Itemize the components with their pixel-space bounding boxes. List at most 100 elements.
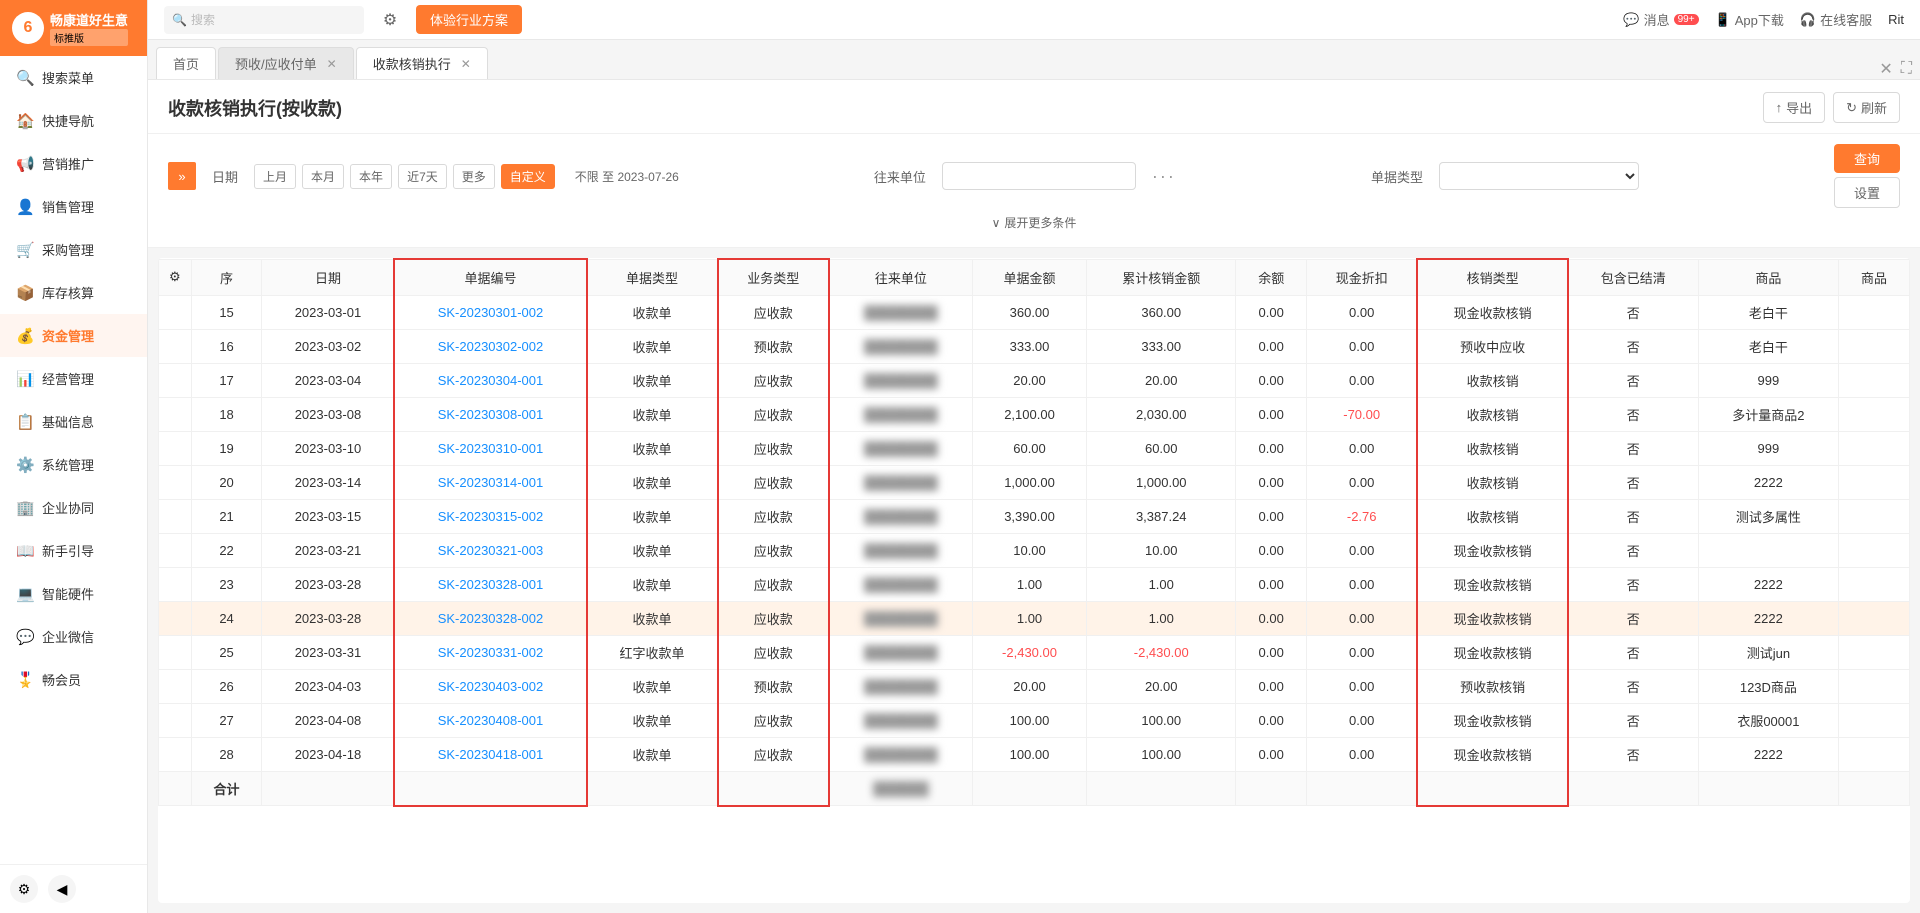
sidebar-item-inventory[interactable]: 📦 库存核算 xyxy=(0,271,147,314)
export-icon: ↑ xyxy=(1776,100,1783,115)
settings-button[interactable]: 设置 xyxy=(1834,177,1900,208)
table-cell: 应收款 xyxy=(718,636,829,670)
voucher-no-link[interactable]: SK-20230310-001 xyxy=(394,432,586,466)
row-checkbox[interactable] xyxy=(159,330,192,364)
sidebar-item-basics[interactable]: 📋 基础信息 xyxy=(0,400,147,443)
expand-conditions-btn[interactable]: ∨ 展开更多条件 xyxy=(992,214,1077,231)
enterprise-icon: 🏢 xyxy=(16,499,34,517)
voucher-no-link[interactable]: SK-20230304-001 xyxy=(394,364,586,398)
sidebar-item-hardware[interactable]: 💻 智能硬件 xyxy=(0,572,147,615)
sidebar-item-operations[interactable]: 📊 经营管理 xyxy=(0,357,147,400)
row-checkbox[interactable] xyxy=(159,670,192,704)
sidebar-logo-text: 畅康道好生意 标推版 xyxy=(50,10,128,46)
voucher-no-link[interactable]: SK-20230315-002 xyxy=(394,500,586,534)
row-checkbox[interactable] xyxy=(159,738,192,772)
sidebar-item-purchase[interactable]: 🛒 采购管理 xyxy=(0,228,147,271)
more-btn[interactable]: 更多 xyxy=(453,164,495,189)
row-checkbox[interactable] xyxy=(159,534,192,568)
settings-bottom-icon[interactable]: ⚙ xyxy=(10,875,38,903)
tab-prepay[interactable]: 预收/应收付单 ✕ xyxy=(218,47,354,79)
table-container[interactable]: ⚙ 序 日期 单据编号 单据类型 业务类型 往来单位 单据金额 累计核销金额 余… xyxy=(158,258,1910,903)
maximize-icon[interactable]: ⛶ xyxy=(1901,60,1912,78)
table-cell: 收款单 xyxy=(587,296,718,330)
tab-home[interactable]: 首页 xyxy=(156,47,216,79)
page-header: 收款核销执行(按收款) ↑ 导出 ↻ 刷新 xyxy=(148,80,1920,134)
sidebar-item-enterprise[interactable]: 🏢 企业协同 xyxy=(0,486,147,529)
row-checkbox[interactable] xyxy=(159,296,192,330)
message-button[interactable]: 💬 消息 99+ xyxy=(1623,10,1698,29)
last-7days-btn[interactable]: 近7天 xyxy=(398,164,447,189)
table-cell xyxy=(1236,772,1307,806)
sidebar-item-guide[interactable]: 📖 新手引导 xyxy=(0,529,147,572)
sidebar-item-marketing[interactable]: 📢 营销推广 xyxy=(0,142,147,185)
voucher-no-link[interactable]: SK-20230301-002 xyxy=(394,296,586,330)
voucher-no-link[interactable]: SK-20230403-002 xyxy=(394,670,586,704)
sidebar-item-sales[interactable]: 👤 销售管理 xyxy=(0,185,147,228)
custom-btn[interactable]: 自定义 xyxy=(501,164,555,189)
topbar-search[interactable]: 🔍 搜索 xyxy=(164,6,364,34)
row-checkbox[interactable] xyxy=(159,568,192,602)
sidebar-item-wechat[interactable]: 💬 企业微信 xyxy=(0,615,147,658)
table-cell: 否 xyxy=(1568,602,1698,636)
voucher-no-link[interactable]: SK-20230418-001 xyxy=(394,738,586,772)
partner-input[interactable] xyxy=(942,162,1136,190)
table-cell: 28 xyxy=(191,738,262,772)
table-cell: 应收款 xyxy=(718,432,829,466)
row-checkbox[interactable] xyxy=(159,364,192,398)
row-checkbox[interactable] xyxy=(159,500,192,534)
gear-icon[interactable]: ⚙ xyxy=(376,6,404,34)
table-cell: 0.00 xyxy=(1307,738,1418,772)
voucher-no-link[interactable]: SK-20230331-002 xyxy=(394,636,586,670)
col-settings[interactable]: ⚙ xyxy=(159,259,192,296)
solution-button[interactable]: 体验行业方案 xyxy=(416,5,522,34)
table-cell: 现金收款核销 xyxy=(1417,568,1568,602)
export-button[interactable]: ↑ 导出 xyxy=(1763,92,1826,123)
voucher-no-link[interactable]: SK-20230321-003 xyxy=(394,534,586,568)
table-cell: 10.00 xyxy=(972,534,1086,568)
table-row: 202023-03-14SK-20230314-001收款单应收款███████… xyxy=(159,466,1910,500)
sidebar-item-system[interactable]: ⚙️ 系统管理 xyxy=(0,443,147,486)
chevron-down-icon: ∨ xyxy=(992,216,1001,230)
row-checkbox[interactable] xyxy=(159,398,192,432)
query-button[interactable]: 查询 xyxy=(1834,144,1900,173)
voucher-no-link[interactable]: SK-20230328-001 xyxy=(394,568,586,602)
sidebar-item-member[interactable]: 🎖️ 畅会员 xyxy=(0,658,147,701)
table-cell: 0.00 xyxy=(1307,364,1418,398)
row-checkbox[interactable] xyxy=(159,772,192,806)
collapse-icon[interactable]: ◀ xyxy=(48,875,76,903)
table-cell: 17 xyxy=(191,364,262,398)
close-collection-icon[interactable]: ✕ xyxy=(461,57,471,71)
this-month-btn[interactable]: 本月 xyxy=(302,164,344,189)
voucher-no-link[interactable]: SK-20230302-002 xyxy=(394,330,586,364)
close-prepay-icon[interactable]: ✕ xyxy=(327,57,337,71)
service-button[interactable]: 🎧 在线客服 xyxy=(1800,10,1872,29)
voucher-no-link[interactable]: SK-20230308-001 xyxy=(394,398,586,432)
voucher-no-link[interactable]: SK-20230408-001 xyxy=(394,704,586,738)
sidebar-item-quicknav[interactable]: 🏠 快捷导航 xyxy=(0,99,147,142)
refresh-button[interactable]: ↻ 刷新 xyxy=(1833,92,1900,123)
voucher-type-select[interactable] xyxy=(1439,162,1639,190)
row-checkbox[interactable] xyxy=(159,602,192,636)
table-cell: 0.00 xyxy=(1307,568,1418,602)
voucher-no-link[interactable]: SK-20230328-002 xyxy=(394,602,586,636)
row-checkbox[interactable] xyxy=(159,466,192,500)
row-checkbox[interactable] xyxy=(159,704,192,738)
table-cell: 现金收款核销 xyxy=(1417,636,1568,670)
table-cell: 应收款 xyxy=(718,602,829,636)
row-checkbox[interactable] xyxy=(159,432,192,466)
table-cell: ████████ xyxy=(829,364,972,398)
filter-arrow[interactable]: » xyxy=(168,162,196,190)
table-cell: 2023-03-31 xyxy=(262,636,395,670)
row-checkbox[interactable] xyxy=(159,636,192,670)
close-window-icon[interactable]: ✕ xyxy=(1879,59,1892,79)
date-range-text: 不限 至 2023-07-26 xyxy=(575,168,679,185)
table-cell: 否 xyxy=(1568,330,1698,364)
app-download-button[interactable]: 📱 App下载 xyxy=(1715,10,1784,29)
sidebar-item-search[interactable]: 🔍 搜索菜单 xyxy=(0,56,147,99)
sidebar-item-finance[interactable]: 💰 资金管理 xyxy=(0,314,147,357)
tab-collection[interactable]: 收款核销执行 ✕ xyxy=(356,47,488,79)
voucher-no-link[interactable]: SK-20230314-001 xyxy=(394,466,586,500)
table-cell xyxy=(1839,772,1910,806)
last-month-btn[interactable]: 上月 xyxy=(254,164,296,189)
this-year-btn[interactable]: 本年 xyxy=(350,164,392,189)
